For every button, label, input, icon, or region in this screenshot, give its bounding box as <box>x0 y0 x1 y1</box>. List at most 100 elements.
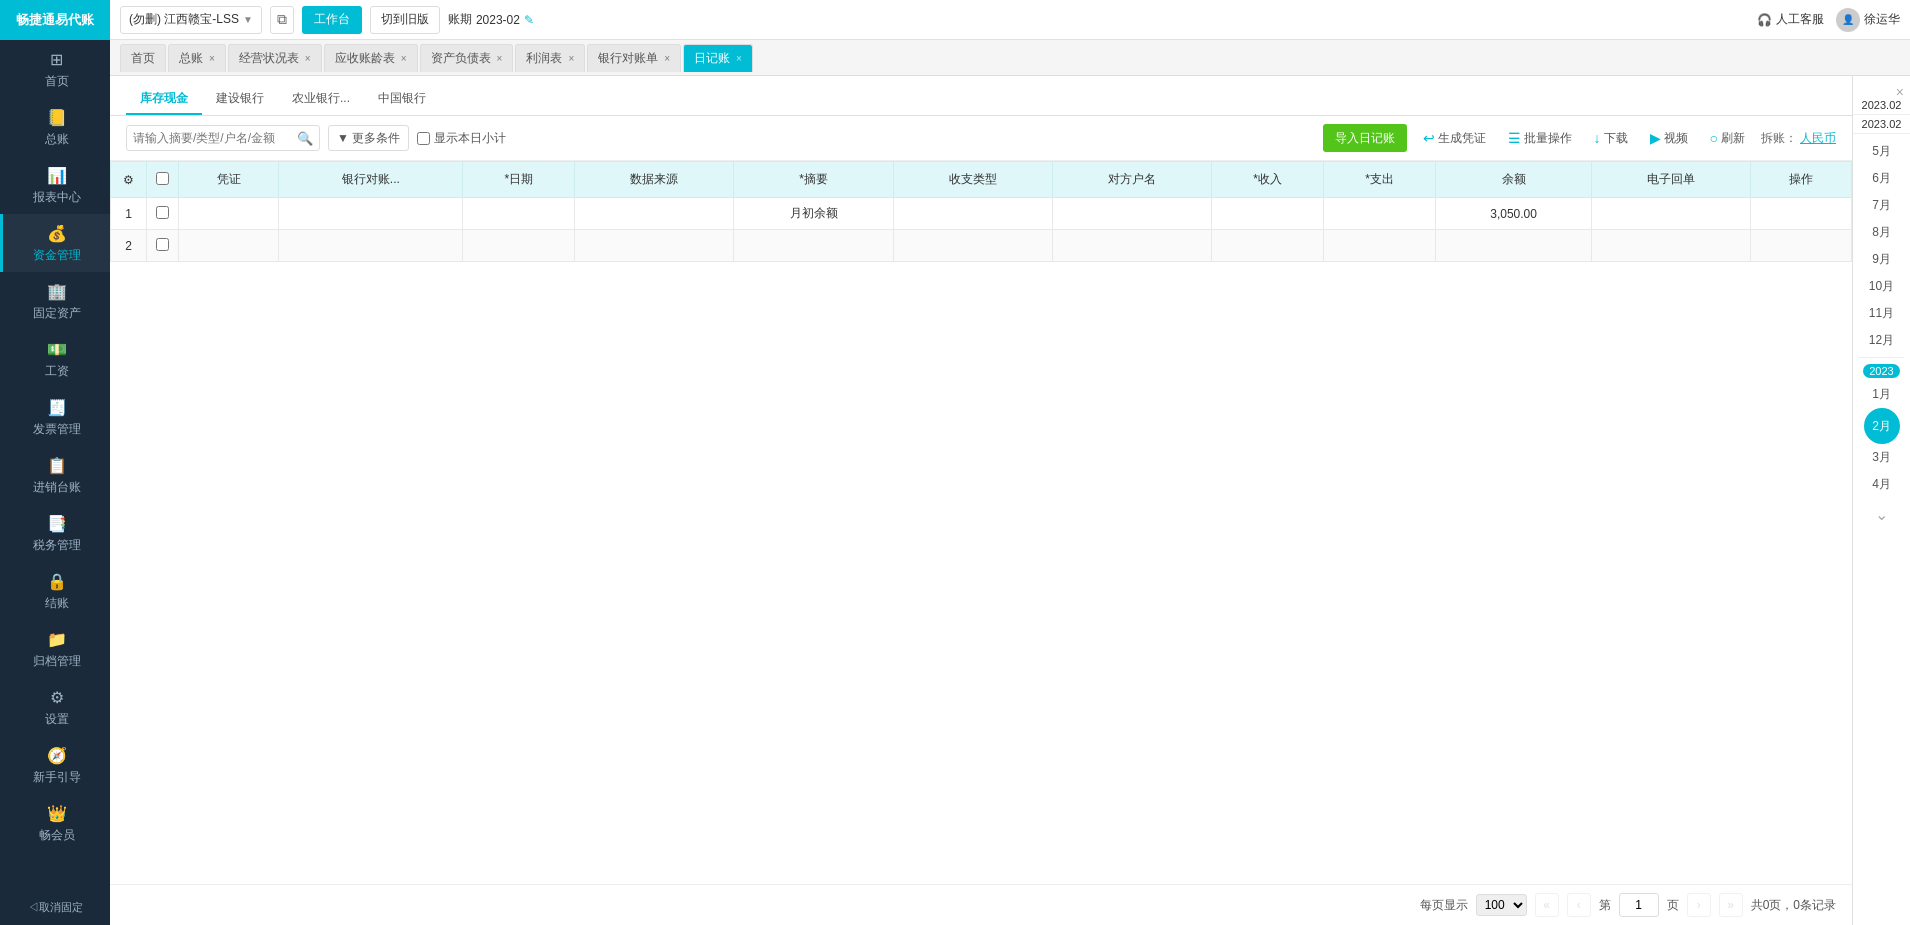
page-size-select[interactable]: 100 50 200 <box>1476 894 1527 916</box>
rp-month-11[interactable]: 11月 <box>1853 300 1910 327</box>
tab-general-close[interactable]: × <box>209 53 215 64</box>
rp-month-5[interactable]: 5月 <box>1853 138 1910 165</box>
col-settings[interactable]: ⚙ <box>111 162 147 198</box>
user-profile[interactable]: 👤 徐运华 <box>1836 8 1900 32</box>
sidebar-item-closing[interactable]: 🔒 结账 <box>0 562 110 620</box>
sidebar-item-purchase-sales[interactable]: 📋 进销台账 <box>0 446 110 504</box>
tab-journal[interactable]: 日记账 × <box>683 44 753 72</box>
tab-bank[interactable]: 银行对账单 × <box>587 44 681 72</box>
row1-checkbox[interactable] <box>147 198 179 230</box>
row1-select-checkbox[interactable] <box>156 206 169 219</box>
tab-home[interactable]: 首页 <box>120 44 166 72</box>
sub-tab-boc[interactable]: 中国银行 <box>364 84 440 115</box>
sidebar-item-label: 工资 <box>45 363 69 380</box>
row2-checkbox[interactable] <box>147 230 179 262</box>
tab-bank-close[interactable]: × <box>664 53 670 64</box>
search-box[interactable]: 🔍 <box>126 125 320 151</box>
tab-business[interactable]: 经营状况表 × <box>228 44 322 72</box>
sidebar-item-label: 归档管理 <box>33 653 81 670</box>
row2-select-checkbox[interactable] <box>156 238 169 251</box>
tab-assets[interactable]: 资产负债表 × <box>420 44 514 72</box>
show-daily-sum-checkbox[interactable] <box>417 132 430 145</box>
search-icon[interactable]: 🔍 <box>297 131 313 146</box>
period-edit-icon[interactable]: ✎ <box>524 13 534 27</box>
row2-voucher <box>179 230 279 262</box>
sidebar-item-settings[interactable]: ⚙ 设置 <box>0 678 110 736</box>
tab-home-label: 首页 <box>131 50 155 67</box>
sidebar-item-fixed-assets[interactable]: 🏢 固定资产 <box>0 272 110 330</box>
generate-voucher-action[interactable]: ↩ 生成凭证 <box>1417 128 1492 149</box>
sidebar-item-archive[interactable]: 📁 归档管理 <box>0 620 110 678</box>
sidebar-item-label: 新手引导 <box>33 769 81 786</box>
right-panel: × 2023.02 2023.02 5月 6月 7月 8月 9月 10月 11月… <box>1852 76 1910 925</box>
rp-month-6[interactable]: 6月 <box>1853 165 1910 192</box>
row1-summary: 月初余额 <box>734 198 893 230</box>
search-input[interactable] <box>133 131 293 145</box>
tab-assets-close[interactable]: × <box>497 53 503 64</box>
page-size-label: 每页显示 <box>1420 897 1468 914</box>
company-selector[interactable]: (勿删) 江西赣宝-LSS ▼ <box>120 6 262 34</box>
tab-journal-close[interactable]: × <box>736 53 742 64</box>
currency-link[interactable]: 人民币 <box>1800 130 1836 147</box>
rp-month-4[interactable]: 4月 <box>1853 471 1910 498</box>
sidebar-item-home[interactable]: ⊞ 首页 <box>0 40 110 98</box>
sidebar-item-salary[interactable]: 💵 工资 <box>0 330 110 388</box>
rp-month-12[interactable]: 12月 <box>1853 327 1910 354</box>
first-page-button[interactable]: « <box>1535 893 1559 917</box>
sidebar-item-invoice[interactable]: 🧾 发票管理 <box>0 388 110 446</box>
tab-profit[interactable]: 利润表 × <box>515 44 585 72</box>
close-panel-button[interactable]: × <box>1892 80 1908 104</box>
unpin-button[interactable]: ◁取消固定 <box>0 890 110 925</box>
import-button[interactable]: 导入日记账 <box>1323 124 1407 152</box>
sidebar-item-label: 固定资产 <box>33 305 81 322</box>
last-page-button[interactable]: » <box>1719 893 1743 917</box>
col-date: *日期 <box>463 162 575 198</box>
sidebar-item-guide[interactable]: 🧭 新手引导 <box>0 736 110 794</box>
prev-page-button[interactable]: ‹ <box>1567 893 1591 917</box>
copy-button[interactable]: ⧉ <box>270 6 294 34</box>
col-checkbox[interactable] <box>147 162 179 198</box>
filter-icon: ▼ <box>337 131 349 145</box>
rp-month-8[interactable]: 8月 <box>1853 219 1910 246</box>
sidebar-item-assets-mgmt[interactable]: 💰 资金管理 <box>0 214 110 272</box>
rp-month-10[interactable]: 10月 <box>1853 273 1910 300</box>
sidebar-item-label: 总账 <box>45 131 69 148</box>
old-version-button[interactable]: 切到旧版 <box>370 6 440 34</box>
tab-receivable-close[interactable]: × <box>401 53 407 64</box>
refresh-action[interactable]: ○ 刷新 <box>1704 128 1751 149</box>
next-page-button[interactable]: › <box>1687 893 1711 917</box>
tab-business-close[interactable]: × <box>305 53 311 64</box>
download-action[interactable]: ↓ 下载 <box>1588 128 1634 149</box>
tab-profit-close[interactable]: × <box>568 53 574 64</box>
page-number-input[interactable] <box>1619 893 1659 917</box>
sidebar-item-member[interactable]: 👑 畅会员 <box>0 794 110 852</box>
filter-button[interactable]: ▼ 更多条件 <box>328 125 409 151</box>
rp-scroll-down-icon[interactable]: ⌄ <box>1872 502 1891 527</box>
sidebar-item-tax[interactable]: 📑 税务管理 <box>0 504 110 562</box>
col-balance: 余额 <box>1436 162 1592 198</box>
reports-icon: 📊 <box>47 166 67 185</box>
tab-general[interactable]: 总账 × <box>168 44 226 72</box>
sidebar-item-label: 结账 <box>45 595 69 612</box>
rp-month-7[interactable]: 7月 <box>1853 192 1910 219</box>
sidebar-item-reports[interactable]: 📊 报表中心 <box>0 156 110 214</box>
customer-service[interactable]: 🎧 人工客服 <box>1757 11 1824 28</box>
workspace-button[interactable]: 工作台 <box>302 6 362 34</box>
show-daily-sum-label[interactable]: 显示本日小计 <box>417 130 506 147</box>
sub-tab-ccb[interactable]: 建设银行 <box>202 84 278 115</box>
content-with-panel: 库存现金 建设银行 农业银行... 中国银行 🔍 ▼ 更多条件 <box>110 76 1910 925</box>
rp-month-2[interactable]: 2月 <box>1864 408 1900 444</box>
row2-bank-ref <box>279 230 463 262</box>
video-action[interactable]: ▶ 视频 <box>1644 128 1694 149</box>
tab-receivable[interactable]: 应收账龄表 × <box>324 44 418 72</box>
select-all-checkbox[interactable] <box>156 172 169 185</box>
rp-month-9[interactable]: 9月 <box>1853 246 1910 273</box>
batch-op-action[interactable]: ☰ 批量操作 <box>1502 128 1578 149</box>
rp-month-3[interactable]: 3月 <box>1853 444 1910 471</box>
sub-tab-cash[interactable]: 库存现金 <box>126 84 202 115</box>
sidebar-item-ledger[interactable]: 📒 总账 <box>0 98 110 156</box>
sub-tab-abc[interactable]: 农业银行... <box>278 84 364 115</box>
rp-month-1[interactable]: 1月 <box>1853 381 1910 408</box>
row2-num: 2 <box>111 230 147 262</box>
month-list-top: 5月 6月 7月 8月 9月 10月 11月 12月 <box>1853 134 1910 354</box>
